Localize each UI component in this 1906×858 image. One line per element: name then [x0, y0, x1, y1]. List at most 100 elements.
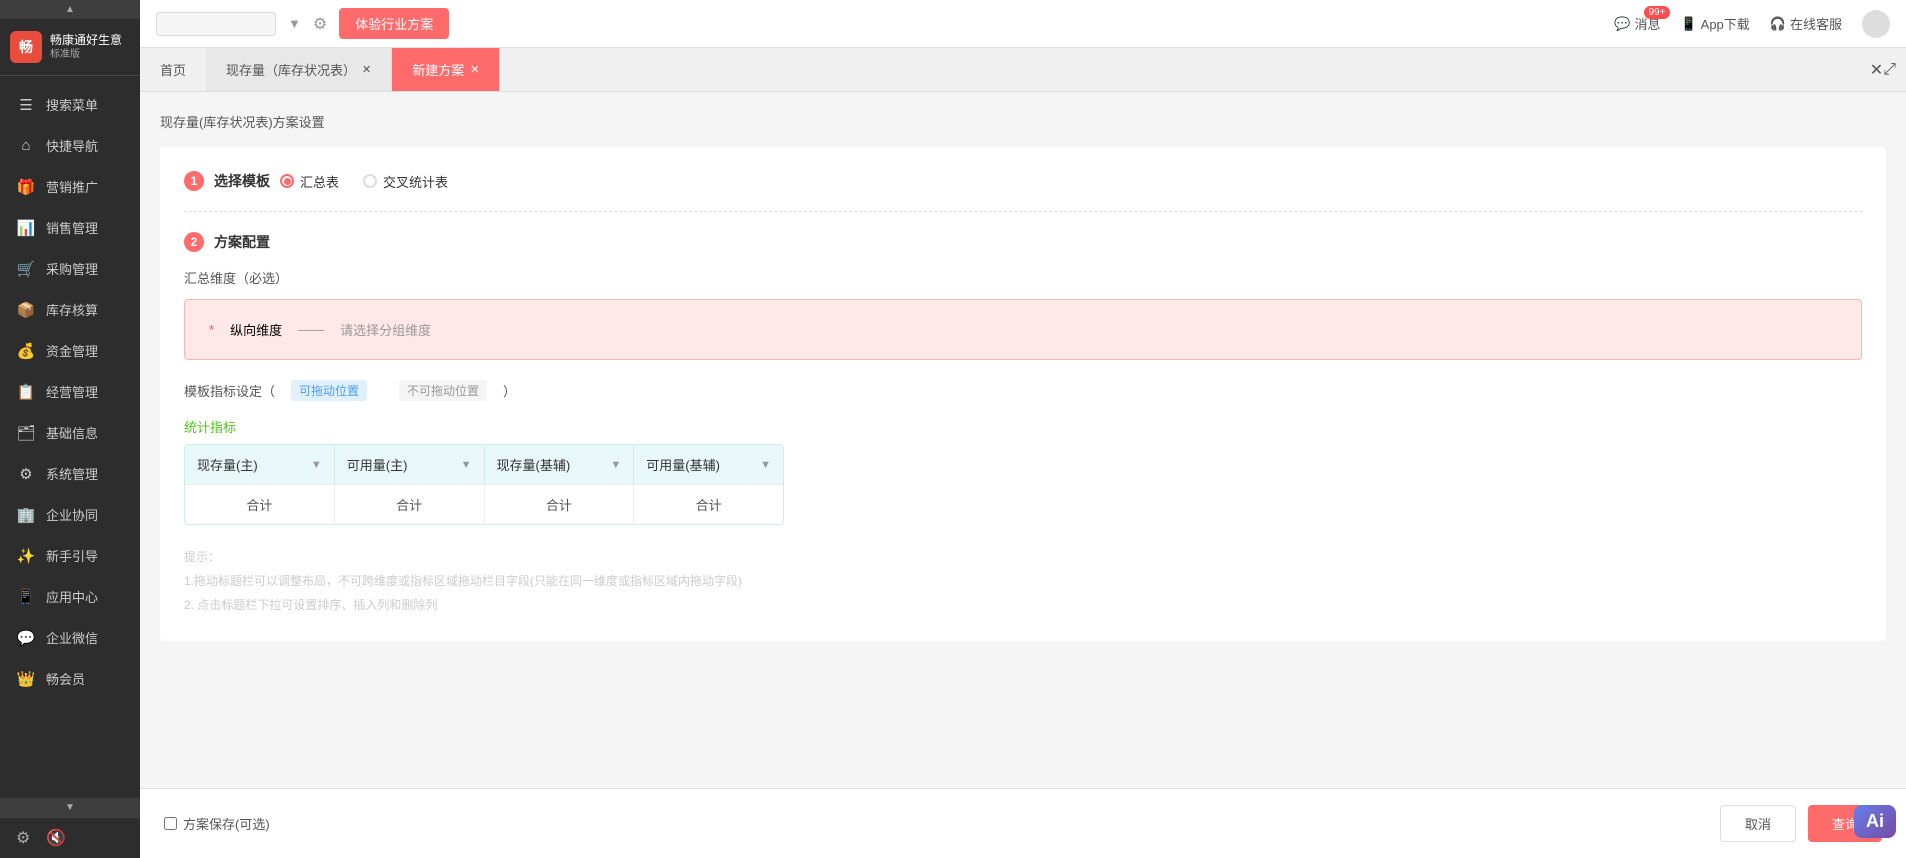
radio-circle-summary [280, 174, 294, 188]
fixed-badge: 不可拖动位置 [399, 380, 487, 401]
sidebar-scroll-down[interactable]: ▼ [0, 798, 140, 817]
sidebar-item-label: 新手引导 [46, 546, 98, 565]
sidebar-item-basic-info[interactable]: 🗂 基础信息 [0, 412, 140, 453]
money-icon: 💰 [16, 342, 36, 360]
save-checkbox[interactable]: 方案保存(可选) [164, 814, 270, 833]
page-title: 现存量(库存状况表)方案设置 [160, 112, 1886, 131]
sidebar-item-label: 库存核算 [46, 300, 98, 319]
chevron-down-icon[interactable]: ▼ [288, 16, 301, 31]
save-checkbox-input[interactable] [164, 817, 177, 830]
tabbar: 首页 现存量（库存状况表） ✕ 新建方案 ✕ ✕ ⤢ [140, 48, 1906, 92]
stats-col-3[interactable]: 可用量(基辅) ▼ [634, 445, 783, 484]
expand-tab-action-btn[interactable]: ⤢ [1883, 60, 1896, 80]
avatar[interactable] [1862, 10, 1890, 38]
col-chevron-1[interactable]: ▼ [461, 459, 472, 471]
tab-inventory-status[interactable]: 现存量（库存状况表） ✕ [206, 48, 392, 91]
topbar-right: 💬 消息 99+ 📱 App下载 🎧 在线客服 [1614, 10, 1890, 38]
radio-circle-cross [363, 174, 377, 188]
dimension-box: * 纵向维度 —— 请选择分组维度 [184, 299, 1862, 360]
tab-home[interactable]: 首页 [140, 48, 206, 91]
col-chevron-3[interactable]: ▼ [760, 459, 771, 471]
col-chevron-2[interactable]: ▼ [610, 459, 621, 471]
step2-header: 2 方案配置 [184, 232, 1862, 252]
radio-summary[interactable]: 汇总表 [280, 172, 339, 191]
sidebar-logo: 畅 畅康通好生意 标准版 [0, 19, 140, 76]
sidebar-item-inventory[interactable]: 📦 库存核算 [0, 289, 140, 330]
sidebar-item-label: 销售管理 [46, 218, 98, 237]
messages-btn[interactable]: 💬 消息 99+ [1614, 14, 1660, 33]
cart-icon: 🛒 [16, 260, 36, 278]
tip-item-1: 2. 点击标题栏下拉可设置排序、插入列和删除列 [184, 593, 1862, 617]
stats-body-col-0: 合计 [185, 484, 335, 524]
sidebar-item-sales[interactable]: 📊 销售管理 [0, 207, 140, 248]
dimension-separator: —— [298, 322, 324, 337]
sidebar-item-enterprise[interactable]: 🏢 企业协同 [0, 494, 140, 535]
sidebar-item-app-center[interactable]: 📱 应用中心 [0, 576, 140, 617]
stats-col-1[interactable]: 可用量(主) ▼ [335, 445, 485, 484]
sidebar-item-label: 畅会员 [46, 669, 85, 688]
topbar-gear-icon[interactable]: ⚙ [313, 14, 327, 34]
sidebar-item-system[interactable]: ⚙ 系统管理 [0, 453, 140, 494]
tips-section: 提示： 1.拖动标题栏可以调整布局，不可跨维度或指标区域拖动栏目字段(只能在同一… [184, 545, 1862, 617]
close-tab-action-btn[interactable]: ✕ [1870, 60, 1883, 80]
sidebar-item-member[interactable]: 👑 畅会员 [0, 658, 140, 699]
close-tab-inventory-icon[interactable]: ✕ [362, 63, 371, 76]
template-radio-group: 汇总表 交叉统计表 [280, 172, 448, 191]
logo-text: 畅康通好生意 标准版 [50, 33, 122, 62]
sidebar-item-search-menu[interactable]: ☰ 搜索菜单 [0, 84, 140, 125]
radio-cross[interactable]: 交叉统计表 [363, 172, 448, 191]
online-service-btn[interactable]: 🎧 在线客服 [1770, 14, 1842, 33]
step1-header: 1 选择模板 汇总表 交叉统计表 [184, 171, 1862, 191]
summary-dimension-label: 汇总维度（必选） [184, 268, 1862, 287]
sidebar-item-purchase[interactable]: 🛒 采购管理 [0, 248, 140, 289]
trial-btn[interactable]: 体验行业方案 [339, 8, 449, 39]
mute-icon[interactable]: 🔇 [46, 828, 66, 848]
sidebar-item-operations[interactable]: 📋 经营管理 [0, 371, 140, 412]
stats-table-body: 合计 合计 合计 合计 [185, 484, 783, 524]
crown-icon: 👑 [16, 670, 36, 688]
topbar: ▼ ⚙ 体验行业方案 💬 消息 99+ 📱 App下载 🎧 在线客服 [140, 0, 1906, 48]
gear-icon: ⚙ [16, 465, 36, 483]
sidebar-item-label: 资金管理 [46, 341, 98, 360]
sidebar-item-label: 营销推广 [46, 177, 98, 196]
stats-title: 统计指标 [184, 417, 1862, 436]
sidebar-item-quick-nav[interactable]: ⌂ 快捷导航 [0, 125, 140, 166]
search-input[interactable] [156, 12, 276, 36]
tip-item-0: 1.拖动标题栏可以调整布局，不可跨维度或指标区域拖动栏目字段(只能在同一维度或指… [184, 569, 1862, 593]
sidebar-item-finance[interactable]: 💰 资金管理 [0, 330, 140, 371]
close-tab-new-scheme-icon[interactable]: ✕ [470, 63, 479, 76]
sidebar-item-label: 基础信息 [46, 423, 98, 442]
home-icon: ⌂ [16, 137, 36, 154]
folder-icon: 🗂 [16, 424, 36, 442]
sidebar-item-wechat[interactable]: 💬 企业微信 [0, 617, 140, 658]
logo-icon: 畅 [10, 31, 42, 63]
save-checkbox-label: 方案保存(可选) [183, 814, 270, 833]
cancel-button[interactable]: 取消 [1720, 805, 1796, 842]
message-icon: 💬 [1614, 16, 1630, 32]
ai-badge[interactable]: Ai [1854, 805, 1896, 838]
dimension-row: * 纵向维度 —— 请选择分组维度 [209, 320, 1837, 339]
sidebar-item-new-guide[interactable]: ✨ 新手引导 [0, 535, 140, 576]
download-icon: 📱 [1680, 16, 1696, 32]
chart-icon: 📊 [16, 219, 36, 237]
sidebar: ▲ 畅 畅康通好生意 标准版 ☰ 搜索菜单 ⌂ 快捷导航 🎁 营销推广 📊 销售… [0, 0, 140, 858]
tips-title: 提示： [184, 550, 220, 564]
draggable-badge: 可拖动位置 [291, 380, 367, 401]
stats-col-2[interactable]: 现存量(基辅) ▼ [485, 445, 635, 484]
sidebar-item-label: 应用中心 [46, 587, 98, 606]
tab-new-scheme[interactable]: 新建方案 ✕ [392, 48, 500, 91]
stats-col-0[interactable]: 现存量(主) ▼ [185, 445, 335, 484]
col-chevron-0[interactable]: ▼ [311, 459, 322, 471]
sidebar-item-label: 采购管理 [46, 259, 98, 278]
settings-icon[interactable]: ⚙ [16, 828, 30, 848]
sidebar-item-marketing[interactable]: 🎁 营销推广 [0, 166, 140, 207]
app-download-btn[interactable]: 📱 App下载 [1680, 14, 1749, 33]
step2-label: 方案配置 [214, 232, 270, 252]
stats-body-col-1: 合计 [335, 484, 485, 524]
dimension-placeholder[interactable]: 请选择分组维度 [340, 320, 431, 339]
sidebar-item-label: 经营管理 [46, 382, 98, 401]
step1-number: 1 [184, 171, 204, 191]
sidebar-item-label: 企业微信 [46, 628, 98, 647]
messages-badge: 99+ [1644, 6, 1671, 19]
sidebar-scroll-up[interactable]: ▲ [0, 0, 140, 19]
